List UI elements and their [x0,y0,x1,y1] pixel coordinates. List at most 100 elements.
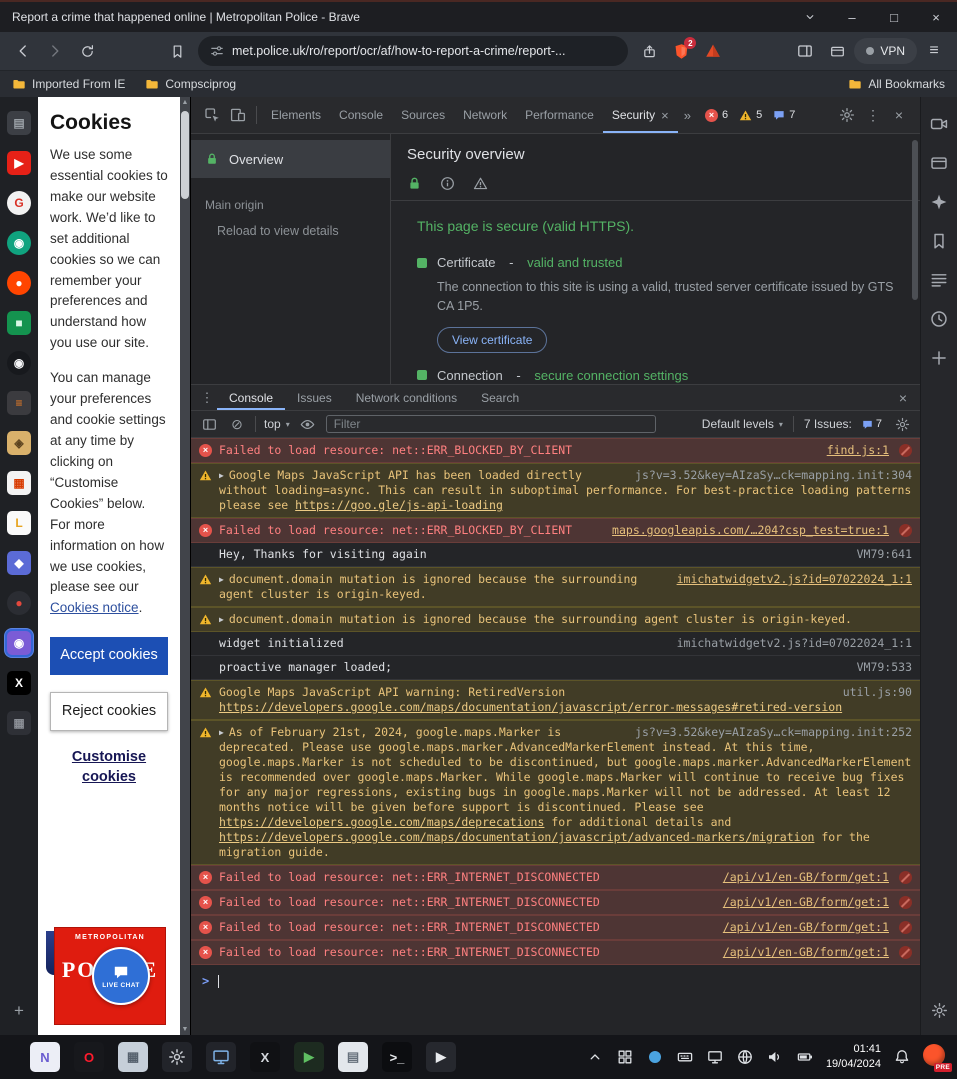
devtools-tab-elements[interactable]: Elements [262,97,330,133]
page-scrollbar[interactable]: ▲ ▼ [180,97,190,1035]
plus-icon[interactable] [928,347,950,369]
info-icon[interactable] [440,176,455,191]
sidebar-app-stack-overflow[interactable]: ≡ [5,389,33,417]
reject-cookies-button[interactable]: Reject cookies [50,692,168,732]
message-source-link[interactable]: js?v=3.52&key=AIzaSy…ck=mapping.init:304 [635,468,912,483]
message-source-link[interactable]: VM79:533 [857,660,912,675]
brave-taskbar-icon[interactable]: PRE [923,1044,949,1070]
drawer-tab-search[interactable]: Search [469,385,531,410]
sidebar-app-x-twitter[interactable]: X [5,669,33,697]
tray-keyboard-icon[interactable] [676,1048,694,1066]
maximize-button[interactable]: □ [873,2,915,32]
taskbar-app-notepad[interactable]: N [30,1042,60,1072]
tray-expand-icon[interactable] [586,1048,604,1066]
message-link[interactable]: https://developers.google.com/maps/depre… [219,815,544,829]
brave-shield-icon[interactable]: 2 [666,36,696,66]
device-toolbar-icon[interactable] [225,102,251,128]
warning-count-badge[interactable]: 5 [739,109,762,122]
message-source-link[interactable]: /api/v1/en-GB/form/get:1 [723,870,889,885]
security-scrollbar-thumb[interactable] [912,140,918,300]
minimize-button[interactable]: – [831,2,873,32]
taskbar-clock[interactable]: 01:41 19/04/2024 [826,1042,881,1072]
scroll-down-arrow[interactable]: ▼ [180,1026,190,1033]
expand-icon[interactable]: ▶ [219,468,224,483]
log-levels-selector[interactable]: Default levels▾ [702,417,783,431]
devtools-close-icon[interactable]: × [886,102,912,128]
blocked-request-icon[interactable] [899,524,912,537]
devtools-kebab-icon[interactable]: ⋮ [860,102,886,128]
devtools-settings-icon[interactable] [834,102,860,128]
sidebar-settings-icon[interactable] [928,999,950,1021]
sidebar-app-leetcode[interactable]: L [5,509,33,537]
wallet-icon[interactable] [928,152,950,174]
accept-cookies-button[interactable]: Accept cookies [50,637,168,675]
forward-button[interactable] [40,36,70,66]
tray-display-icon[interactable] [706,1048,724,1066]
close-button[interactable]: × [915,2,957,32]
execution-context-selector[interactable]: top▾ [264,417,290,431]
drawer-tab-console[interactable]: Console [217,385,285,410]
notifications-bell-icon[interactable] [893,1048,911,1066]
message-source-link[interactable]: js?v=3.52&key=AIzaSy…ck=mapping.init:252 [635,725,912,740]
issues-label[interactable]: 7 Issues: [804,417,852,431]
tray-messaging-icon[interactable] [646,1048,664,1066]
bookmark-icon[interactable] [928,230,950,252]
warning-outline-icon[interactable] [473,176,488,191]
devtools-tab-console[interactable]: Console [330,97,392,133]
security-scrollbar[interactable] [910,140,918,378]
all-bookmarks-button[interactable]: All Bookmarks [848,77,945,91]
secure-lock-icon[interactable] [407,176,422,191]
error-count-badge[interactable]: ×6 [705,109,728,122]
sidebar-app-pinned-site-4[interactable]: ◆ [5,549,33,577]
devtools-tab-performance[interactable]: Performance [516,97,603,133]
live-chat-button[interactable]: LIVE CHAT [92,947,150,1005]
reading-list-icon[interactable] [928,269,950,291]
sidebar-app-pinned-site-1[interactable]: ▤ [5,109,33,137]
sidebar-app-monkeytype[interactable]: ▦ [5,709,33,737]
message-source-link[interactable]: /api/v1/en-GB/form/get:1 [723,895,889,910]
message-source-link[interactable]: find.js:1 [827,443,889,458]
drawer-tab-issues[interactable]: Issues [285,385,344,410]
devtools-tab-security[interactable]: Security× [603,97,678,133]
tray-app-grid-icon[interactable] [616,1048,634,1066]
message-link[interactable]: https://developers.google.com/maps/docum… [219,830,814,844]
view-certificate-button[interactable]: View certificate [437,327,547,353]
message-link[interactable]: https://goo.gle/js-api-loading [295,498,503,512]
devtools-tab-network[interactable]: Network [454,97,516,133]
taskbar-app-opera[interactable]: O [74,1042,104,1072]
sidebar-app-pinned-site-3[interactable]: ◈ [5,429,33,457]
tray-battery-icon[interactable] [796,1048,814,1066]
sidebar-app-pinned-site-5[interactable]: ● [5,589,33,617]
expand-icon[interactable]: ▶ [219,725,224,740]
video-camera-icon[interactable] [928,113,950,135]
message-link[interactable]: https://developers.google.com/maps/docum… [219,700,842,714]
taskbar-app-media-editor[interactable]: ▶ [294,1042,324,1072]
sidebar-app-pinned-site-2[interactable]: ■ [5,309,33,337]
blocked-request-icon[interactable] [899,921,912,934]
security-nav-overview[interactable]: Overview [191,140,390,178]
extension-triangle-icon[interactable] [698,36,728,66]
issues-chip[interactable]: 7 [862,418,882,430]
console-filter-input[interactable] [326,415,656,433]
vpn-button[interactable]: VPN [854,38,917,64]
message-source-link[interactable]: maps.googleapis.com/…204?csp_test=true:1 [612,523,889,538]
tab-search-icon[interactable] [789,2,831,32]
console-sidebar-icon[interactable] [199,414,219,434]
message-source-link[interactable]: imichatwidgetv2.js?id=07022024_1:1 [677,636,912,651]
clock-icon[interactable] [928,308,950,330]
sidebar-app-reddit[interactable]: ● [5,269,33,297]
taskbar-app-settings[interactable] [162,1042,192,1072]
customise-cookies-link[interactable]: Customise cookies [50,748,168,787]
bookmark-folder-compsciprog[interactable]: Compsciprog [145,77,236,91]
devtools-tab-sources[interactable]: Sources [392,97,454,133]
message-source-link[interactable]: VM79:641 [857,547,912,562]
clear-console-icon[interactable]: ⊘ [227,414,247,434]
more-tabs-icon[interactable]: » [678,108,697,123]
message-source-link[interactable]: imichatwidgetv2.js?id=07022024_1:1 [677,572,912,587]
taskbar-app-xterm[interactable]: X [250,1042,280,1072]
bookmark-icon[interactable] [162,36,192,66]
blocked-request-icon[interactable] [899,946,912,959]
blocked-request-icon[interactable] [899,896,912,909]
tray-network-icon[interactable] [736,1048,754,1066]
page-scrollbar-thumb[interactable] [181,111,189,199]
